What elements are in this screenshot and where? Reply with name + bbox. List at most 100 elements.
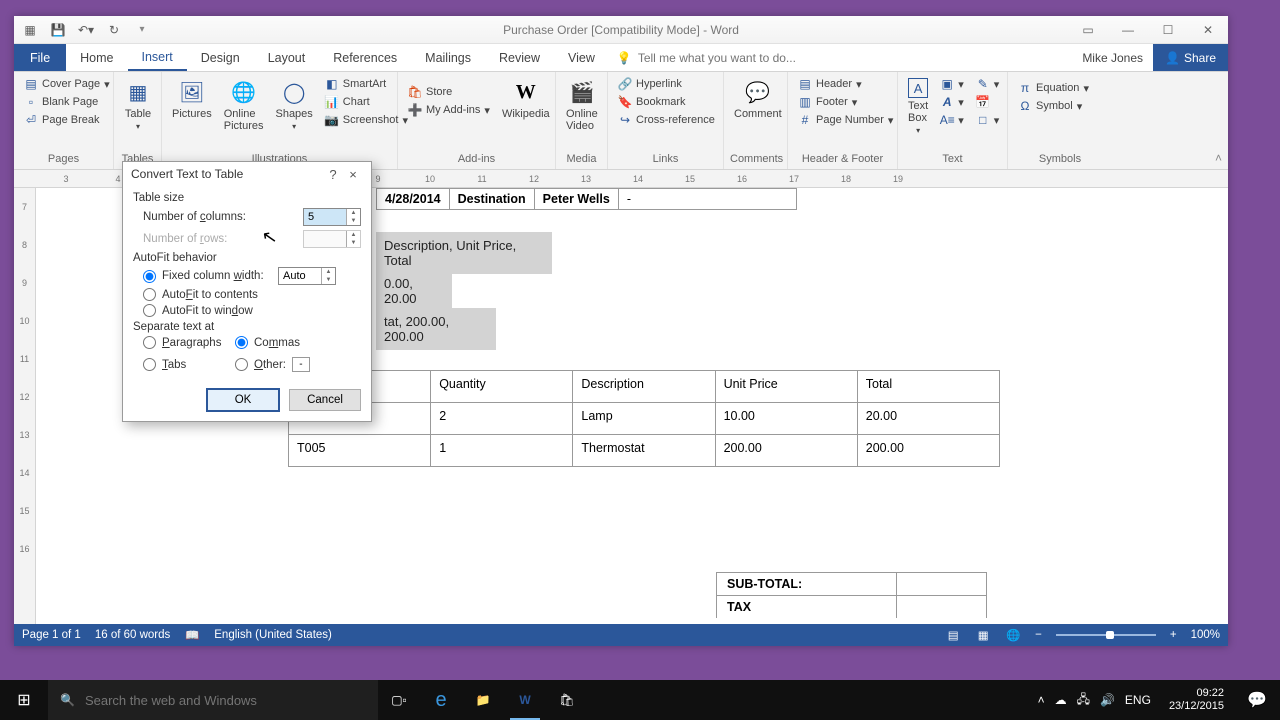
table-button[interactable]: ▦Table▾: [120, 76, 156, 133]
collapse-ribbon-icon[interactable]: ˄: [1215, 151, 1222, 165]
pictures-button[interactable]: 🖼Pictures: [168, 76, 216, 122]
task-view-icon[interactable]: ▢▫: [378, 680, 420, 720]
print-layout-icon[interactable]: ▦: [975, 627, 991, 643]
tray-network-icon[interactable]: 🖧: [1077, 690, 1090, 711]
comment-button[interactable]: 💬Comment: [730, 76, 786, 122]
sep-tabs-radio[interactable]: [143, 358, 156, 371]
undo-icon[interactable]: ↶▾: [76, 20, 96, 40]
text-box-button[interactable]: AText Box▾: [904, 76, 932, 137]
table-row: T0051Thermostat200.00200.00: [289, 435, 1000, 467]
hyperlink-button[interactable]: 🔗Hyperlink: [614, 76, 719, 92]
symbol-button[interactable]: ΩSymbol ▾: [1014, 98, 1093, 114]
account-name[interactable]: Mike Jones: [1072, 44, 1153, 71]
tell-me-input[interactable]: [638, 51, 898, 65]
web-layout-icon[interactable]: 🌐: [1005, 627, 1021, 643]
online-video-button[interactable]: 🎬Online Video: [562, 76, 602, 134]
tray-volume-icon[interactable]: 🔊: [1100, 693, 1115, 707]
equation-button[interactable]: πEquation ▾: [1014, 80, 1093, 96]
signature-button[interactable]: ✎▾: [972, 76, 1004, 92]
tab-view[interactable]: View: [554, 44, 609, 71]
smartart-icon: ◧: [325, 77, 339, 91]
datetime-button[interactable]: 📅: [972, 94, 1004, 110]
taskbar-search-input[interactable]: [85, 693, 366, 708]
wikipedia-icon: W: [512, 78, 540, 106]
num-columns-input[interactable]: [304, 209, 346, 225]
blank-page-button[interactable]: ▫Blank Page: [20, 94, 114, 110]
tab-home[interactable]: Home: [66, 44, 127, 71]
tray-lang[interactable]: ENG: [1125, 693, 1151, 707]
close-icon[interactable]: ✕: [1188, 17, 1228, 43]
tell-me-search[interactable]: 💡: [609, 44, 1072, 71]
object-button[interactable]: □▾: [972, 112, 1004, 128]
share-button[interactable]: 👤 Share: [1153, 44, 1228, 71]
tab-review[interactable]: Review: [485, 44, 554, 71]
tab-file[interactable]: File: [14, 44, 66, 71]
ribbon-options-icon[interactable]: ▭: [1068, 17, 1108, 43]
tray-clock[interactable]: 09:22 23/12/2015: [1159, 687, 1234, 713]
word-taskbar-icon[interactable]: W: [504, 680, 546, 720]
spellcheck-icon[interactable]: 📖: [184, 627, 200, 643]
redo-icon[interactable]: ↻: [104, 20, 124, 40]
wikipedia-button[interactable]: WWikipedia: [498, 76, 554, 122]
fixed-width-input[interactable]: [279, 268, 321, 284]
zoom-out-icon[interactable]: −: [1035, 629, 1042, 641]
status-words[interactable]: 16 of 60 words: [95, 629, 170, 641]
tab-mailings[interactable]: Mailings: [411, 44, 485, 71]
fixed-width-radio[interactable]: [143, 270, 156, 283]
cover-page-button[interactable]: ▤Cover Page ▾: [20, 76, 114, 92]
status-page[interactable]: Page 1 of 1: [22, 629, 81, 641]
store-button[interactable]: 🛍Store: [404, 84, 494, 100]
cross-reference-button[interactable]: ↪Cross-reference: [614, 112, 719, 128]
store-taskbar-icon[interactable]: 🛍: [546, 680, 588, 720]
num-columns-spinner[interactable]: ▲▼: [303, 208, 361, 226]
start-button[interactable]: ⊞: [0, 680, 48, 720]
bookmark-button[interactable]: 🔖Bookmark: [614, 94, 719, 110]
status-language[interactable]: English (United States): [214, 629, 332, 641]
selection-line-1: Description, Unit Price, Total: [376, 232, 552, 274]
dialog-help-icon[interactable]: ?: [323, 167, 343, 182]
store-icon: 🛍: [408, 85, 422, 99]
read-mode-icon[interactable]: ▤: [945, 627, 961, 643]
sep-commas-radio[interactable]: [235, 336, 248, 349]
vertical-ruler[interactable]: 78910111213141516: [14, 188, 36, 624]
tray-onedrive-icon[interactable]: ☁: [1055, 693, 1067, 707]
save-icon[interactable]: 💾: [48, 20, 68, 40]
zoom-level[interactable]: 100%: [1191, 629, 1220, 641]
tab-design[interactable]: Design: [187, 44, 254, 71]
drop-cap-button[interactable]: A≡▾: [936, 112, 968, 128]
edge-icon[interactable]: e: [420, 680, 462, 720]
sep-paragraphs-radio[interactable]: [143, 336, 156, 349]
header-button[interactable]: ▤Header ▾: [794, 76, 897, 92]
search-icon: 🔍: [60, 693, 75, 707]
taskbar-search[interactable]: 🔍: [48, 680, 378, 720]
minimize-icon[interactable]: —: [1108, 17, 1148, 43]
ok-button[interactable]: OK: [207, 389, 279, 411]
zoom-slider[interactable]: [1056, 634, 1156, 636]
tab-insert[interactable]: Insert: [128, 44, 187, 71]
tab-layout[interactable]: Layout: [254, 44, 320, 71]
dialog-close-icon[interactable]: ×: [343, 167, 363, 182]
cancel-button[interactable]: Cancel: [289, 389, 361, 411]
tab-references[interactable]: References: [319, 44, 411, 71]
wordart-button[interactable]: A▾: [936, 94, 968, 110]
fixed-width-spinner[interactable]: ▲▼: [278, 267, 336, 285]
autofit-window-radio[interactable]: [143, 304, 156, 317]
action-center-icon[interactable]: 💬: [1234, 680, 1280, 720]
my-addins-button[interactable]: ➕My Add-ins ▾: [404, 102, 494, 118]
zoom-in-icon[interactable]: +: [1170, 629, 1177, 641]
page-number-button[interactable]: #Page Number ▾: [794, 112, 897, 128]
quick-parts-button[interactable]: ▣▾: [936, 76, 968, 92]
sep-other-input[interactable]: [292, 357, 310, 372]
group-symbols-label: Symbols: [1014, 151, 1106, 169]
shapes-button[interactable]: ◯Shapes▾: [271, 76, 316, 133]
footer-button[interactable]: ▥Footer ▾: [794, 94, 897, 110]
online-pictures-button[interactable]: 🌐Online Pictures: [220, 76, 268, 134]
qat-customize-icon[interactable]: ▾: [132, 20, 152, 40]
titlebar: ▦ 💾 ↶▾ ↻ ▾ Purchase Order [Compatibility…: [14, 16, 1228, 44]
maximize-icon[interactable]: ☐: [1148, 17, 1188, 43]
file-explorer-icon[interactable]: 📁: [462, 680, 504, 720]
page-break-button[interactable]: ⏎Page Break: [20, 112, 114, 128]
sep-other-radio[interactable]: [235, 358, 248, 371]
autofit-contents-radio[interactable]: [143, 288, 156, 301]
tray-up-icon[interactable]: ˄: [1038, 693, 1045, 707]
